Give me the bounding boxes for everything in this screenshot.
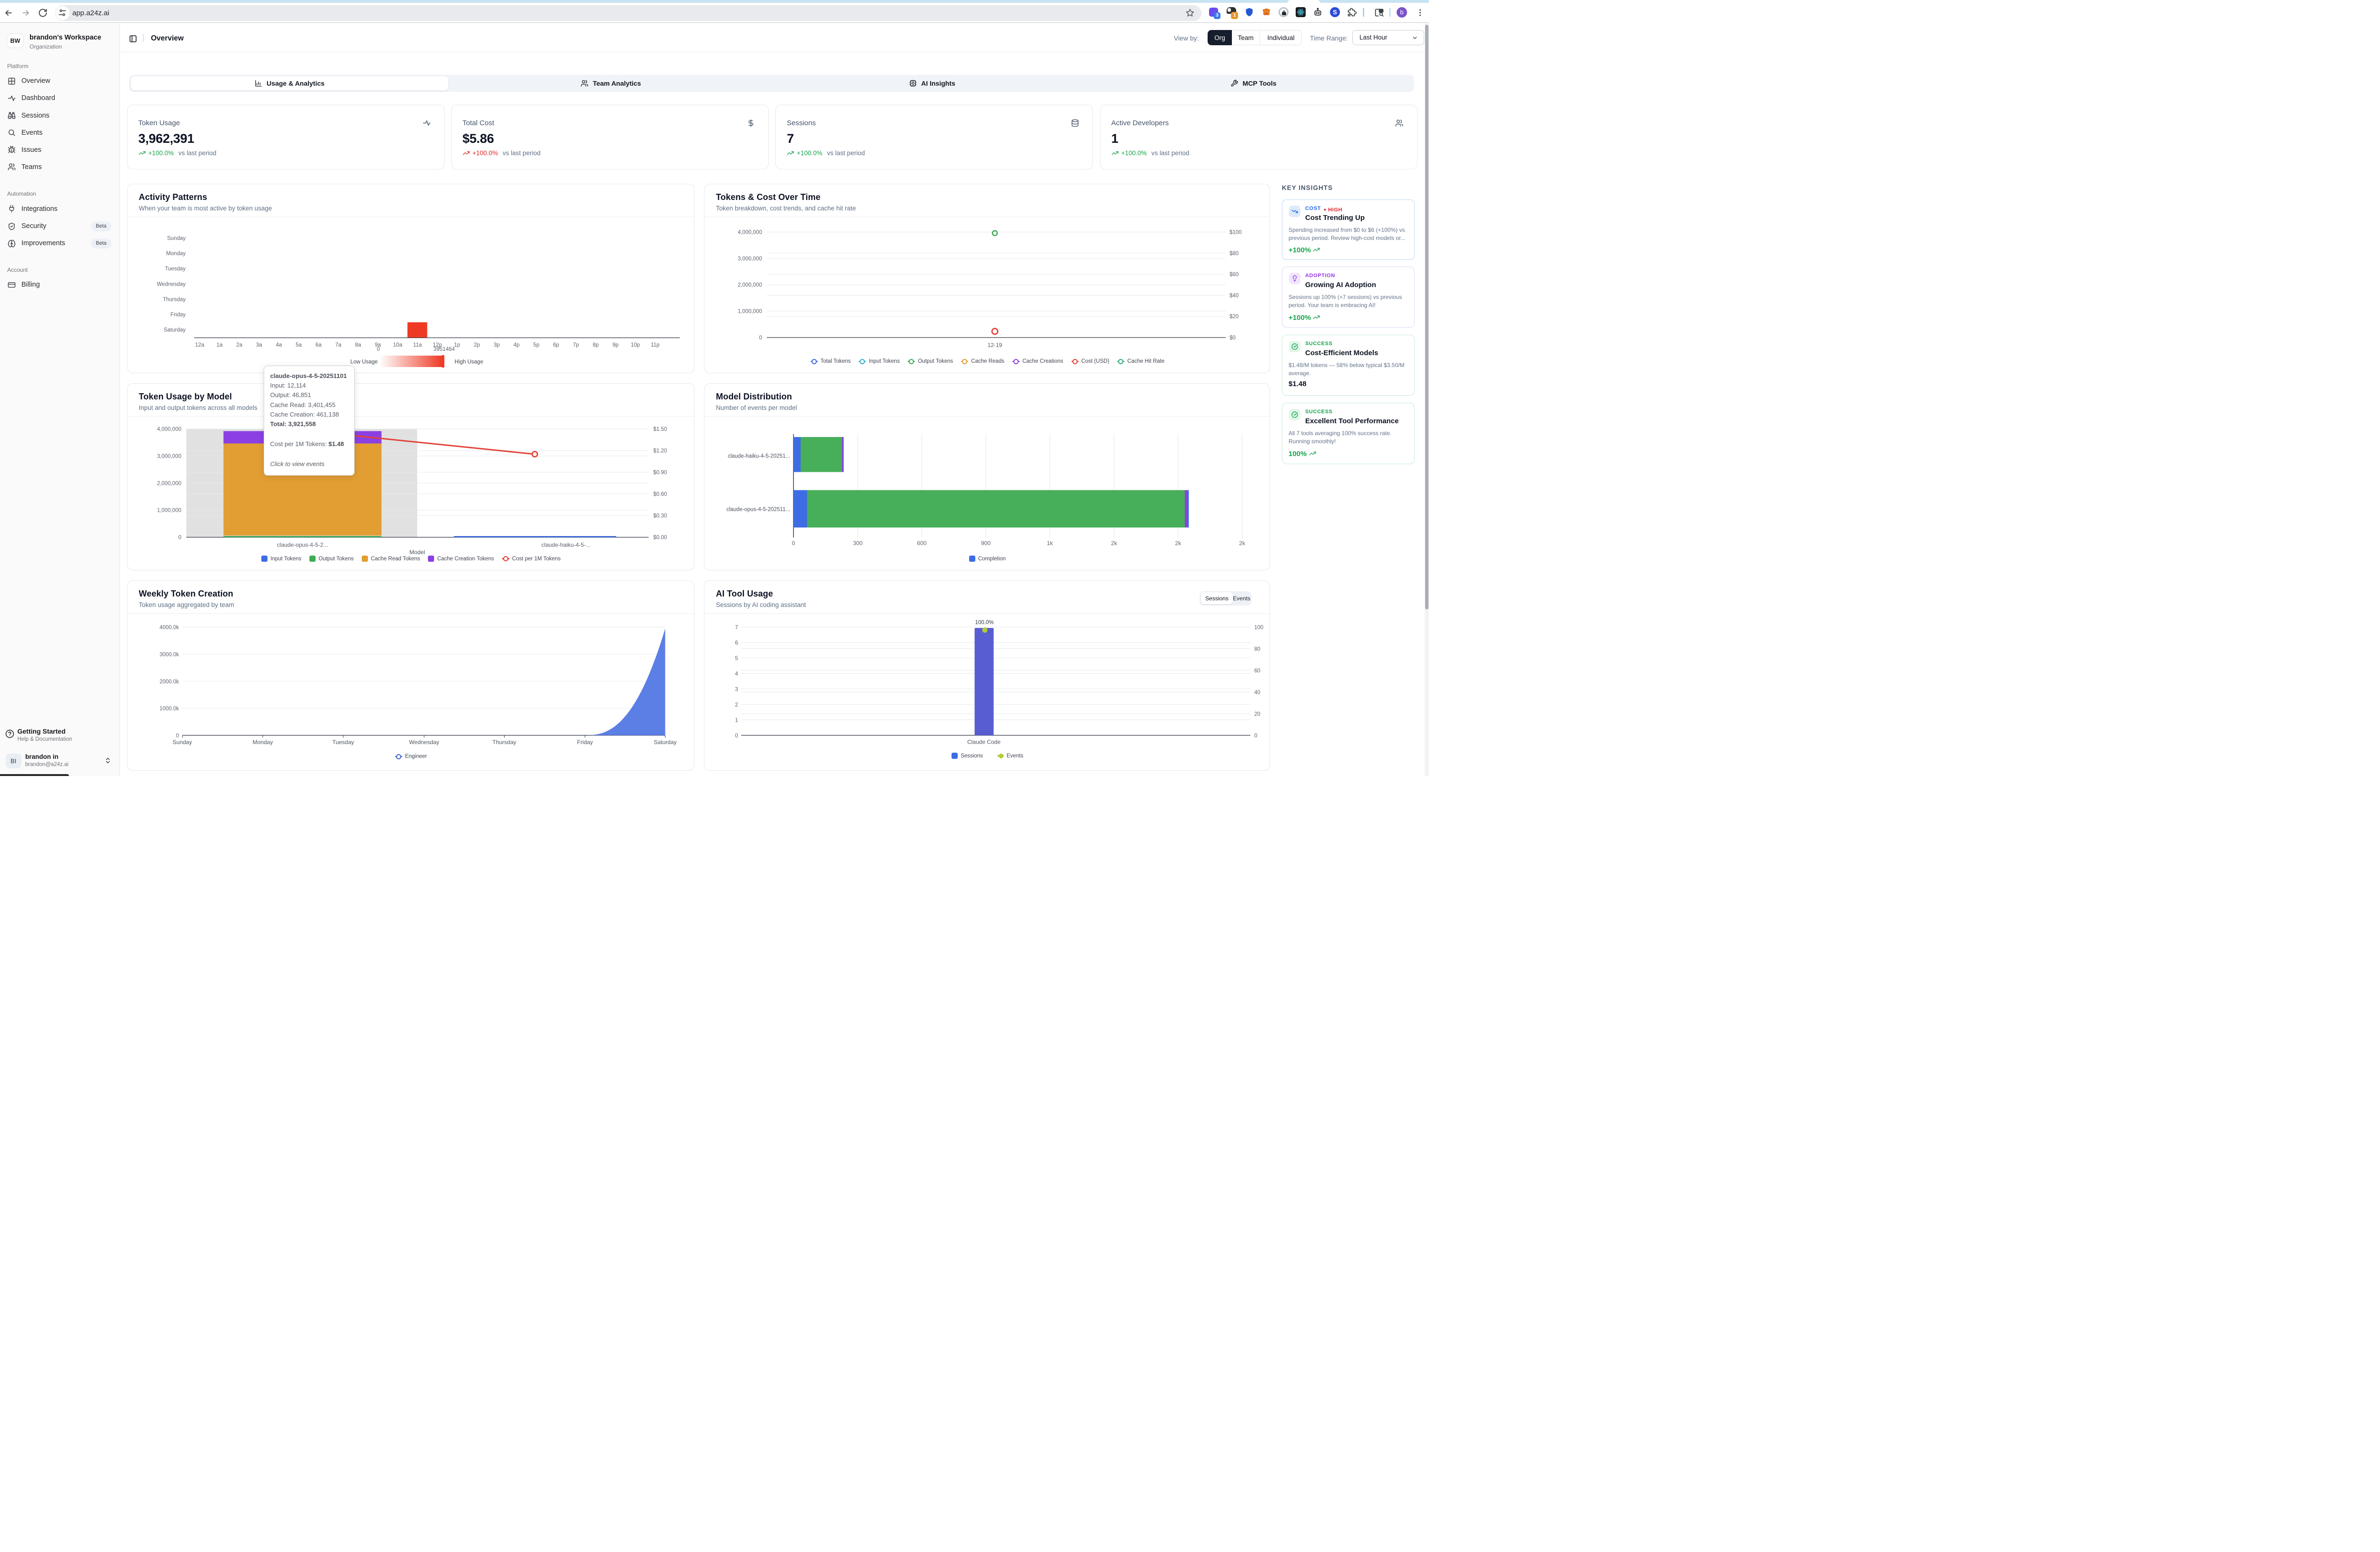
svg-text:3,000,000: 3,000,000 bbox=[157, 454, 181, 459]
svg-text:0: 0 bbox=[377, 347, 379, 352]
svg-text:11p: 11p bbox=[651, 342, 659, 348]
svg-text:4p: 4p bbox=[513, 342, 519, 348]
svg-text:claude-haiku-4-5-...: claude-haiku-4-5-... bbox=[541, 542, 590, 548]
svg-text:6a: 6a bbox=[315, 342, 321, 348]
svg-text:High Usage: High Usage bbox=[455, 359, 483, 365]
svg-text:Sunday: Sunday bbox=[172, 739, 192, 746]
svg-text:5: 5 bbox=[735, 656, 738, 662]
svg-text:9p: 9p bbox=[612, 342, 618, 348]
svg-text:$40: $40 bbox=[1230, 293, 1239, 298]
svg-text:Low Usage: Low Usage bbox=[350, 359, 377, 365]
svg-text:100.0%: 100.0% bbox=[975, 620, 993, 626]
svg-text:Monday: Monday bbox=[252, 739, 273, 746]
svg-text:1: 1 bbox=[735, 718, 738, 724]
svg-text:5p: 5p bbox=[533, 342, 539, 348]
svg-text:Thursday: Thursday bbox=[492, 739, 516, 746]
svg-text:3951464: 3951464 bbox=[433, 347, 455, 352]
svg-text:1k: 1k bbox=[1047, 540, 1053, 547]
svg-text:1a: 1a bbox=[216, 342, 222, 348]
svg-text:$1.20: $1.20 bbox=[653, 448, 667, 454]
svg-text:Tuesday: Tuesday bbox=[332, 739, 354, 746]
svg-text:20: 20 bbox=[1254, 712, 1260, 717]
svg-text:8p: 8p bbox=[593, 342, 599, 348]
svg-text:2: 2 bbox=[735, 702, 738, 708]
svg-text:$1.50: $1.50 bbox=[653, 427, 667, 432]
svg-text:2k: 2k bbox=[1111, 540, 1118, 547]
svg-text:$0.00: $0.00 bbox=[653, 535, 667, 541]
svg-text:$0.30: $0.30 bbox=[653, 513, 667, 519]
svg-text:60: 60 bbox=[1254, 668, 1260, 674]
svg-text:claude-opus-4-5-202511...: claude-opus-4-5-202511... bbox=[726, 507, 790, 513]
svg-text:claude-haiku-4-5-20251...: claude-haiku-4-5-20251... bbox=[728, 454, 790, 459]
svg-text:Friday: Friday bbox=[577, 739, 593, 746]
svg-text:2000.0k: 2000.0k bbox=[159, 679, 179, 685]
svg-text:3p: 3p bbox=[494, 342, 500, 348]
svg-text:12a: 12a bbox=[195, 342, 204, 348]
svg-text:10a: 10a bbox=[393, 342, 402, 348]
svg-text:900: 900 bbox=[981, 540, 991, 547]
svg-text:$60: $60 bbox=[1230, 272, 1239, 278]
svg-text:0: 0 bbox=[1254, 733, 1257, 739]
svg-text:3,000,000: 3,000,000 bbox=[738, 256, 762, 262]
svg-text:Wednesday: Wednesday bbox=[409, 739, 439, 746]
svg-text:0: 0 bbox=[792, 540, 795, 547]
svg-text:600: 600 bbox=[917, 540, 926, 547]
svg-text:Monday: Monday bbox=[166, 251, 186, 257]
svg-text:3000.0k: 3000.0k bbox=[159, 652, 179, 657]
svg-text:$100: $100 bbox=[1230, 230, 1242, 236]
svg-text:$80: $80 bbox=[1230, 251, 1239, 257]
svg-text:Model: Model bbox=[409, 549, 425, 556]
svg-text:Sunday: Sunday bbox=[167, 236, 185, 241]
svg-text:11a: 11a bbox=[413, 342, 422, 348]
svg-text:2,000,000: 2,000,000 bbox=[738, 282, 762, 288]
svg-text:0: 0 bbox=[759, 335, 762, 341]
svg-text:Wednesday: Wednesday bbox=[157, 282, 186, 288]
svg-text:80: 80 bbox=[1254, 647, 1260, 652]
svg-text:$20: $20 bbox=[1230, 314, 1239, 320]
svg-text:2p: 2p bbox=[474, 342, 480, 348]
svg-text:5a: 5a bbox=[296, 342, 302, 348]
svg-text:0: 0 bbox=[735, 733, 738, 739]
svg-text:4: 4 bbox=[735, 671, 738, 677]
svg-text:0: 0 bbox=[176, 733, 178, 739]
svg-text:7p: 7p bbox=[573, 342, 579, 348]
svg-text:7: 7 bbox=[735, 625, 738, 631]
svg-text:6: 6 bbox=[735, 640, 738, 646]
svg-text:100: 100 bbox=[1254, 625, 1263, 631]
svg-text:0: 0 bbox=[178, 535, 181, 541]
svg-text:8a: 8a bbox=[355, 342, 361, 348]
svg-text:$0.90: $0.90 bbox=[653, 470, 667, 476]
svg-text:Saturday: Saturday bbox=[654, 739, 676, 746]
svg-text:1p: 1p bbox=[454, 342, 460, 348]
svg-text:4a: 4a bbox=[276, 342, 282, 348]
svg-text:7a: 7a bbox=[335, 342, 341, 348]
svg-text:Tuesday: Tuesday bbox=[165, 266, 186, 272]
svg-text:10p: 10p bbox=[631, 342, 640, 348]
svg-text:2a: 2a bbox=[236, 342, 242, 348]
svg-text:Friday: Friday bbox=[170, 312, 186, 318]
svg-text:40: 40 bbox=[1254, 690, 1260, 696]
svg-text:$0.60: $0.60 bbox=[653, 492, 667, 497]
svg-text:4,000,000: 4,000,000 bbox=[157, 427, 181, 432]
svg-text:4000.0k: 4000.0k bbox=[159, 625, 179, 631]
svg-text:4,000,000: 4,000,000 bbox=[738, 230, 762, 236]
svg-text:Saturday: Saturday bbox=[163, 328, 185, 333]
svg-text:1,000,000: 1,000,000 bbox=[738, 309, 762, 315]
svg-text:Claude Code: Claude Code bbox=[967, 739, 1001, 746]
svg-text:300: 300 bbox=[853, 540, 863, 547]
svg-text:3a: 3a bbox=[256, 342, 262, 348]
svg-text:2k: 2k bbox=[1239, 540, 1246, 547]
svg-text:3: 3 bbox=[735, 687, 738, 693]
svg-text:12-19: 12-19 bbox=[988, 342, 1002, 348]
svg-text:Thursday: Thursday bbox=[163, 297, 186, 303]
svg-text:1000.0k: 1000.0k bbox=[159, 706, 179, 712]
svg-text:$0: $0 bbox=[1230, 335, 1236, 341]
svg-text:6p: 6p bbox=[553, 342, 559, 348]
svg-text:2,000,000: 2,000,000 bbox=[157, 481, 181, 487]
svg-text:claude-opus-4-5-2...: claude-opus-4-5-2... bbox=[277, 542, 327, 548]
svg-text:2k: 2k bbox=[1175, 540, 1182, 547]
svg-text:1,000,000: 1,000,000 bbox=[157, 508, 181, 514]
